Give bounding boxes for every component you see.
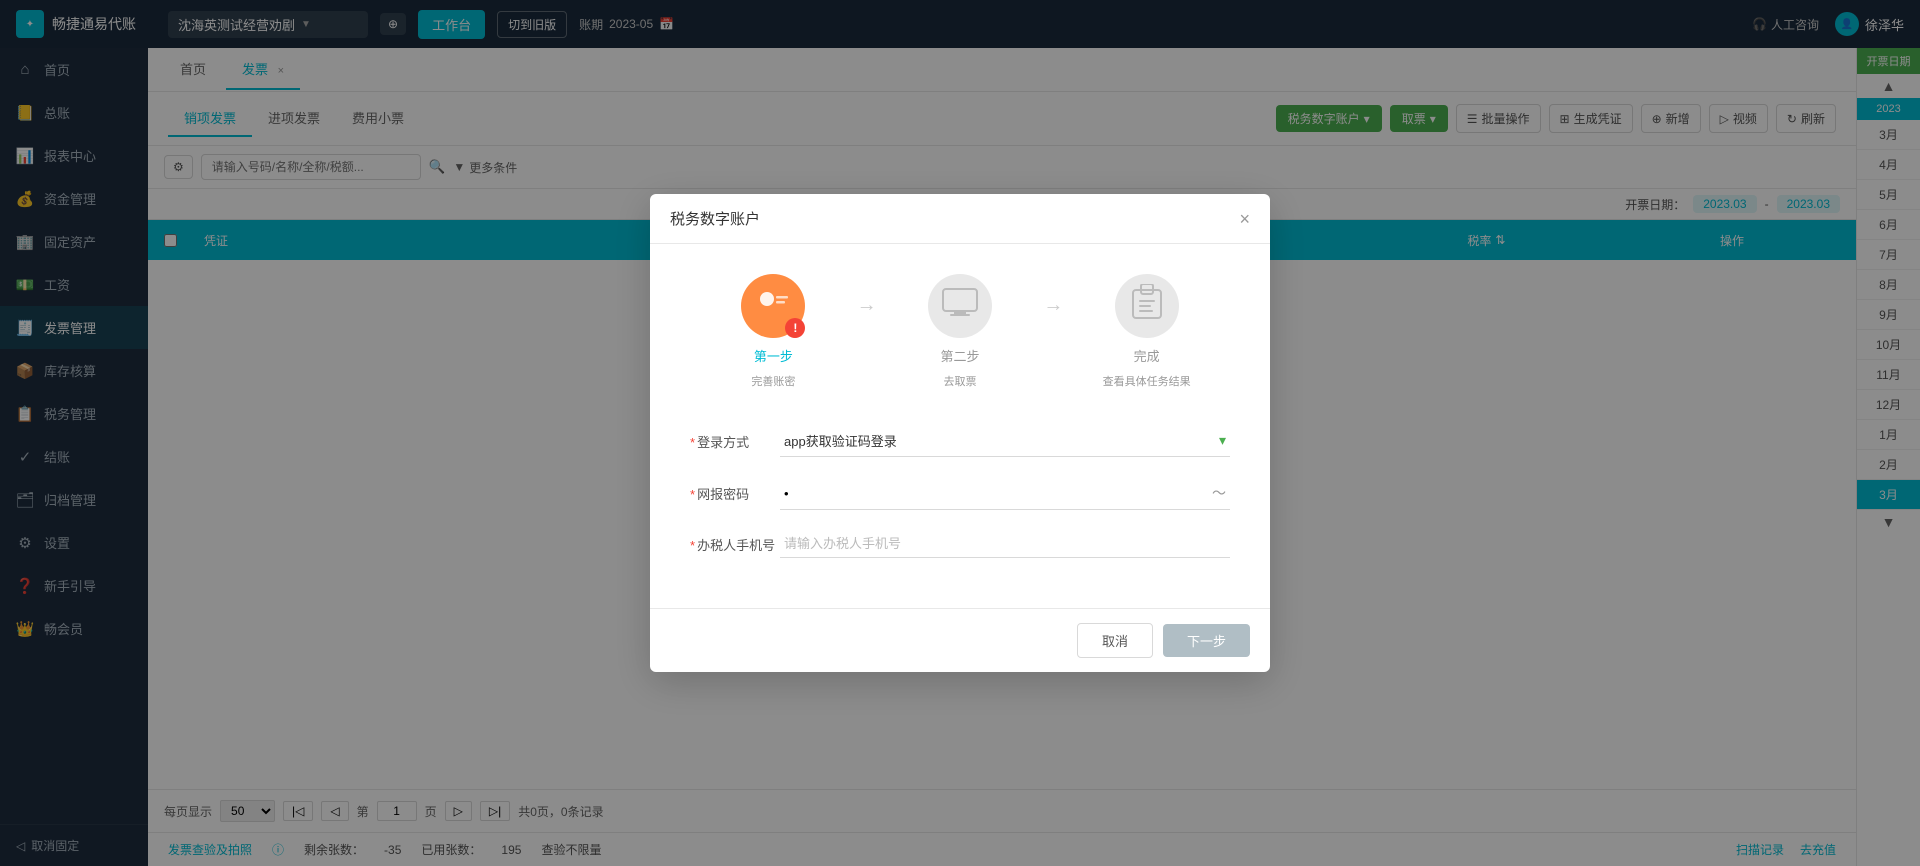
- phone-row: 办税人手机号: [690, 530, 1230, 558]
- password-label: 网报密码: [690, 484, 780, 503]
- password-input[interactable]: [784, 486, 1212, 501]
- screen-icon: [941, 287, 979, 325]
- step-1-error-badge: !: [785, 318, 805, 338]
- step-3-icon-wrap: [1115, 274, 1179, 338]
- steps-row: ! 第一步 完善账密 →: [690, 274, 1230, 389]
- step-1-desc: 完善账密: [751, 373, 795, 389]
- step-2-icon-wrap: [928, 274, 992, 338]
- tax-digital-dialog: 税务数字账户 ×: [650, 194, 1270, 672]
- arrow-right-icon-1: →: [857, 294, 877, 317]
- step-1: ! 第一步 完善账密: [690, 274, 857, 389]
- cancel-btn[interactable]: 取消: [1077, 623, 1153, 658]
- eye-icon[interactable]: ～: [1212, 483, 1226, 503]
- step-arrow-1: →: [857, 274, 877, 317]
- dropdown-arrow-icon: ▾: [1219, 432, 1226, 449]
- phone-label: 办税人手机号: [690, 535, 780, 554]
- login-method-value: app获取验证码登录: [784, 431, 1219, 450]
- dialog-close-btn[interactable]: ×: [1239, 210, 1250, 228]
- dialog-body: ! 第一步 完善账密 →: [650, 244, 1270, 608]
- password-wrap: ～: [780, 477, 1230, 510]
- dialog-header: 税务数字账户 ×: [650, 194, 1270, 244]
- clipboard-icon: [1131, 284, 1163, 328]
- login-method-row: 登录方式 app获取验证码登录 ▾: [690, 425, 1230, 457]
- next-btn[interactable]: 下一步: [1163, 624, 1250, 657]
- password-row: 网报密码 ～: [690, 477, 1230, 510]
- modal-overlay[interactable]: 税务数字账户 ×: [0, 0, 1920, 866]
- step-2-desc: 去取票: [944, 373, 977, 389]
- dialog-footer: 取消 下一步: [650, 608, 1270, 672]
- arrow-right-icon-2: →: [1043, 294, 1063, 317]
- login-method-select[interactable]: app获取验证码登录 ▾: [780, 425, 1230, 457]
- step-1-icon-wrap: !: [741, 274, 805, 338]
- dialog-title: 税务数字账户: [670, 208, 760, 229]
- step-2-title: 第二步: [941, 346, 980, 365]
- step-3-desc: 查看具体任务结果: [1103, 373, 1191, 389]
- step-1-title: 第一步: [754, 346, 793, 365]
- person-card-icon: [754, 287, 792, 325]
- step-arrow-2: →: [1043, 274, 1063, 317]
- step-2: 第二步 去取票: [877, 274, 1044, 389]
- login-method-label: 登录方式: [690, 432, 780, 451]
- step-3-title: 完成: [1134, 346, 1160, 365]
- phone-input[interactable]: [780, 530, 1230, 558]
- step-3: 完成 查看具体任务结果: [1063, 274, 1230, 389]
